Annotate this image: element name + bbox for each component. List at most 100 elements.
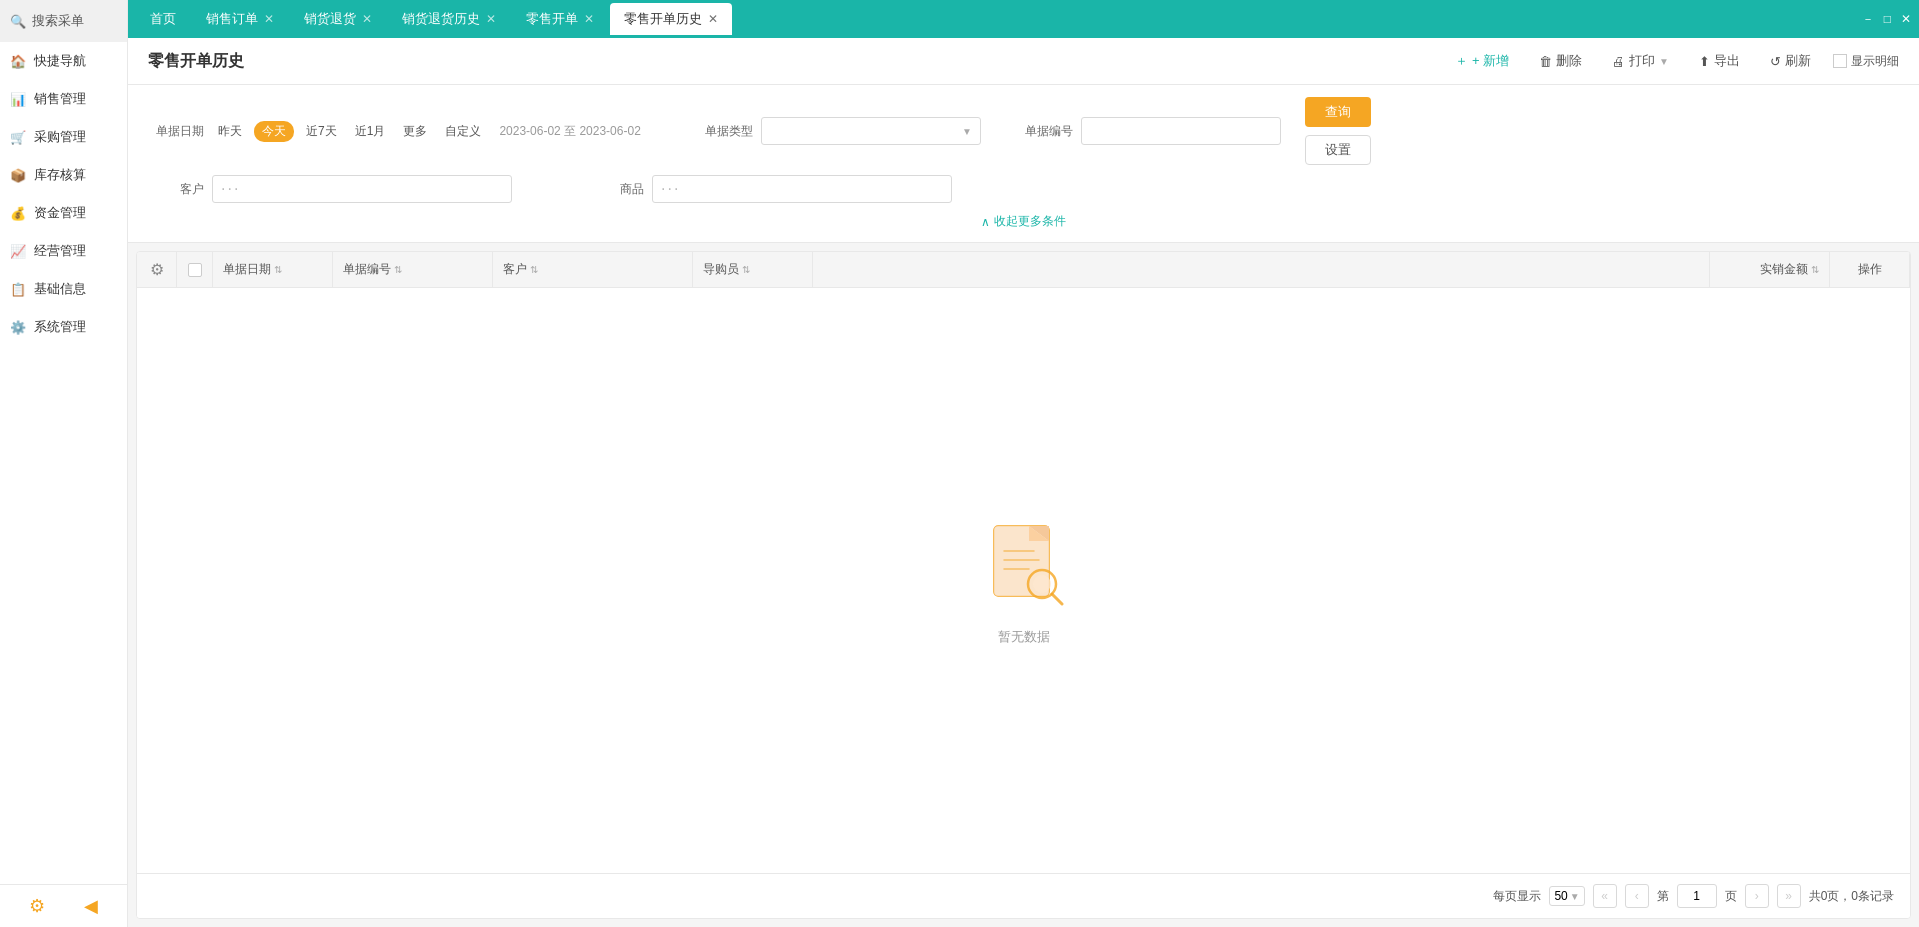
tab-bar-right: － □ ✕	[1862, 11, 1911, 28]
th-action-label: 操作	[1858, 261, 1882, 278]
page-number-input[interactable]	[1677, 884, 1717, 908]
th-guide: 导购员 ⇅	[693, 252, 813, 287]
sidebar-item-sys-mgmt[interactable]: ⚙️ 系统管理	[0, 308, 127, 346]
date-custom[interactable]: 自定义	[439, 121, 487, 142]
tab-sales-return-history-label: 销货退货历史	[402, 10, 480, 28]
delete-button[interactable]: 🗑 删除	[1531, 48, 1590, 74]
collapse-sidebar-icon[interactable]: ◀	[84, 895, 98, 917]
collapse-button[interactable]: ∧ 收起更多条件	[981, 213, 1066, 230]
th-guide-sort[interactable]: ⇅	[742, 264, 750, 275]
home-icon: 🏠	[10, 54, 26, 69]
per-page-select[interactable]: 50 ▼	[1549, 886, 1584, 906]
goods-input[interactable]: ···	[652, 175, 952, 203]
print-button[interactable]: 🖨 打印 ▼	[1604, 48, 1677, 74]
show-detail-toggle[interactable]: 显示明细	[1833, 53, 1899, 70]
date-more[interactable]: 更多	[397, 121, 433, 142]
first-page-button[interactable]: «	[1593, 884, 1617, 908]
sidebar-item-operations[interactable]: 📈 经营管理	[0, 232, 127, 270]
query-button[interactable]: 查询	[1305, 97, 1371, 127]
date-last1month[interactable]: 近1月	[349, 121, 392, 142]
sidebar-item-basic-info[interactable]: 📋 基础信息	[0, 270, 127, 308]
th-amount-sort[interactable]: ⇅	[1811, 264, 1819, 275]
add-label: + 新增	[1472, 52, 1509, 70]
settings-button[interactable]: 设置	[1305, 135, 1371, 165]
doc-type-arrow: ▼	[962, 126, 972, 137]
customer-input[interactable]: ···	[212, 175, 512, 203]
prev-page-button[interactable]: ‹	[1625, 884, 1649, 908]
last-page-button[interactable]: »	[1777, 884, 1801, 908]
tab-sales-order[interactable]: 销售订单 ✕	[192, 3, 288, 35]
per-page-label: 每页显示	[1493, 888, 1541, 905]
sidebar-bottom: ⚙ ◀	[0, 884, 127, 927]
customer-label: 客户	[148, 181, 204, 198]
add-icon: ＋	[1455, 52, 1468, 70]
export-label: 导出	[1714, 52, 1740, 70]
th-action: 操作	[1830, 252, 1910, 287]
sidebar-item-finance[interactable]: 💰 资金管理	[0, 194, 127, 232]
th-guide-label: 导购员	[703, 261, 739, 278]
window-maximize[interactable]: □	[1884, 12, 1891, 26]
page-suffix: 页	[1725, 888, 1737, 905]
tab-sales-return-close[interactable]: ✕	[362, 12, 372, 26]
th-num: 单据编号 ⇅	[333, 252, 493, 287]
tab-home-label: 首页	[150, 10, 176, 28]
doc-type-select[interactable]: ▼	[761, 117, 981, 145]
inventory-icon: 📦	[10, 168, 26, 183]
sidebar-item-quick-nav[interactable]: 🏠 快捷导航	[0, 42, 127, 80]
next-page-button[interactable]: ›	[1745, 884, 1769, 908]
show-detail-text: 显示明细	[1851, 53, 1899, 70]
tab-sales-return-label: 销货退货	[304, 10, 356, 28]
refresh-button[interactable]: ↺ 刷新	[1762, 48, 1819, 74]
tab-retail-open-close[interactable]: ✕	[584, 12, 594, 26]
search-icon: 🔍	[10, 14, 26, 29]
doc-num-input[interactable]	[1081, 117, 1281, 145]
th-settings[interactable]: ⚙	[137, 252, 177, 287]
th-date-sort[interactable]: ⇅	[274, 264, 282, 275]
export-button[interactable]: ⬆ 导出	[1691, 48, 1748, 74]
window-minimize[interactable]: －	[1862, 11, 1874, 28]
date-yesterday[interactable]: 昨天	[212, 121, 248, 142]
sidebar-search[interactable]: 🔍 搜索采单	[0, 0, 127, 42]
select-all-checkbox[interactable]	[188, 263, 202, 277]
sidebar-item-purchase-mgmt[interactable]: 🛒 采购管理	[0, 118, 127, 156]
tab-home[interactable]: 首页	[136, 3, 190, 35]
tab-sales-return-history[interactable]: 销货退货历史 ✕	[388, 3, 510, 35]
tab-sales-order-label: 销售订单	[206, 10, 258, 28]
window-close[interactable]: ✕	[1901, 12, 1911, 26]
date-today[interactable]: 今天	[254, 121, 294, 142]
collapse-label: 收起更多条件	[994, 213, 1066, 230]
page-header: 零售开单历史 ＋ + 新增 🗑 删除 🖨 打印 ▼ ⬆ 导出	[128, 38, 1919, 85]
goods-dots: ···	[661, 180, 680, 198]
settings-bottom-icon[interactable]: ⚙	[29, 895, 45, 917]
add-button[interactable]: ＋ + 新增	[1447, 48, 1517, 74]
goods-label: 商品	[588, 181, 644, 198]
date-last7[interactable]: 近7天	[300, 121, 343, 142]
tab-sales-return[interactable]: 销货退货 ✕	[290, 3, 386, 35]
th-customer-sort[interactable]: ⇅	[530, 264, 538, 275]
tab-sales-return-history-close[interactable]: ✕	[486, 12, 496, 26]
th-checkbox[interactable]	[177, 252, 213, 287]
sidebar-item-label: 资金管理	[34, 204, 86, 222]
th-customer: 客户 ⇅	[493, 252, 693, 287]
doc-num-filter-cell: 单据编号	[1017, 117, 1281, 145]
goods-filter-cell: 商品 ···	[588, 175, 952, 203]
th-num-label: 单据编号	[343, 261, 391, 278]
sidebar-item-inventory[interactable]: 📦 库存核算	[0, 156, 127, 194]
basic-info-icon: 📋	[10, 282, 26, 297]
settings-cog-icon[interactable]: ⚙	[150, 260, 164, 279]
sys-icon: ⚙️	[10, 320, 26, 335]
tab-retail-open-history[interactable]: 零售开单历史 ✕	[610, 3, 732, 35]
date-filter-label: 单据日期	[148, 123, 204, 140]
filter-area: 单据日期 昨天 今天 近7天 近1月 更多 自定义 2023-06-02 至 2…	[128, 85, 1919, 243]
date-range-text: 2023-06-02 至 2023-06-02	[499, 123, 640, 140]
tab-retail-open-history-close[interactable]: ✕	[708, 12, 718, 26]
sidebar-item-label: 经营管理	[34, 242, 86, 260]
tab-sales-order-close[interactable]: ✕	[264, 12, 274, 26]
delete-icon: 🗑	[1539, 54, 1552, 69]
tab-retail-open[interactable]: 零售开单 ✕	[512, 3, 608, 35]
th-num-sort[interactable]: ⇅	[394, 264, 402, 275]
th-date: 单据日期 ⇅	[213, 252, 333, 287]
th-amount-label: 实销金额	[1760, 261, 1808, 278]
sidebar-item-sales-mgmt[interactable]: 📊 销售管理	[0, 80, 127, 118]
page-title: 零售开单历史	[148, 51, 244, 72]
